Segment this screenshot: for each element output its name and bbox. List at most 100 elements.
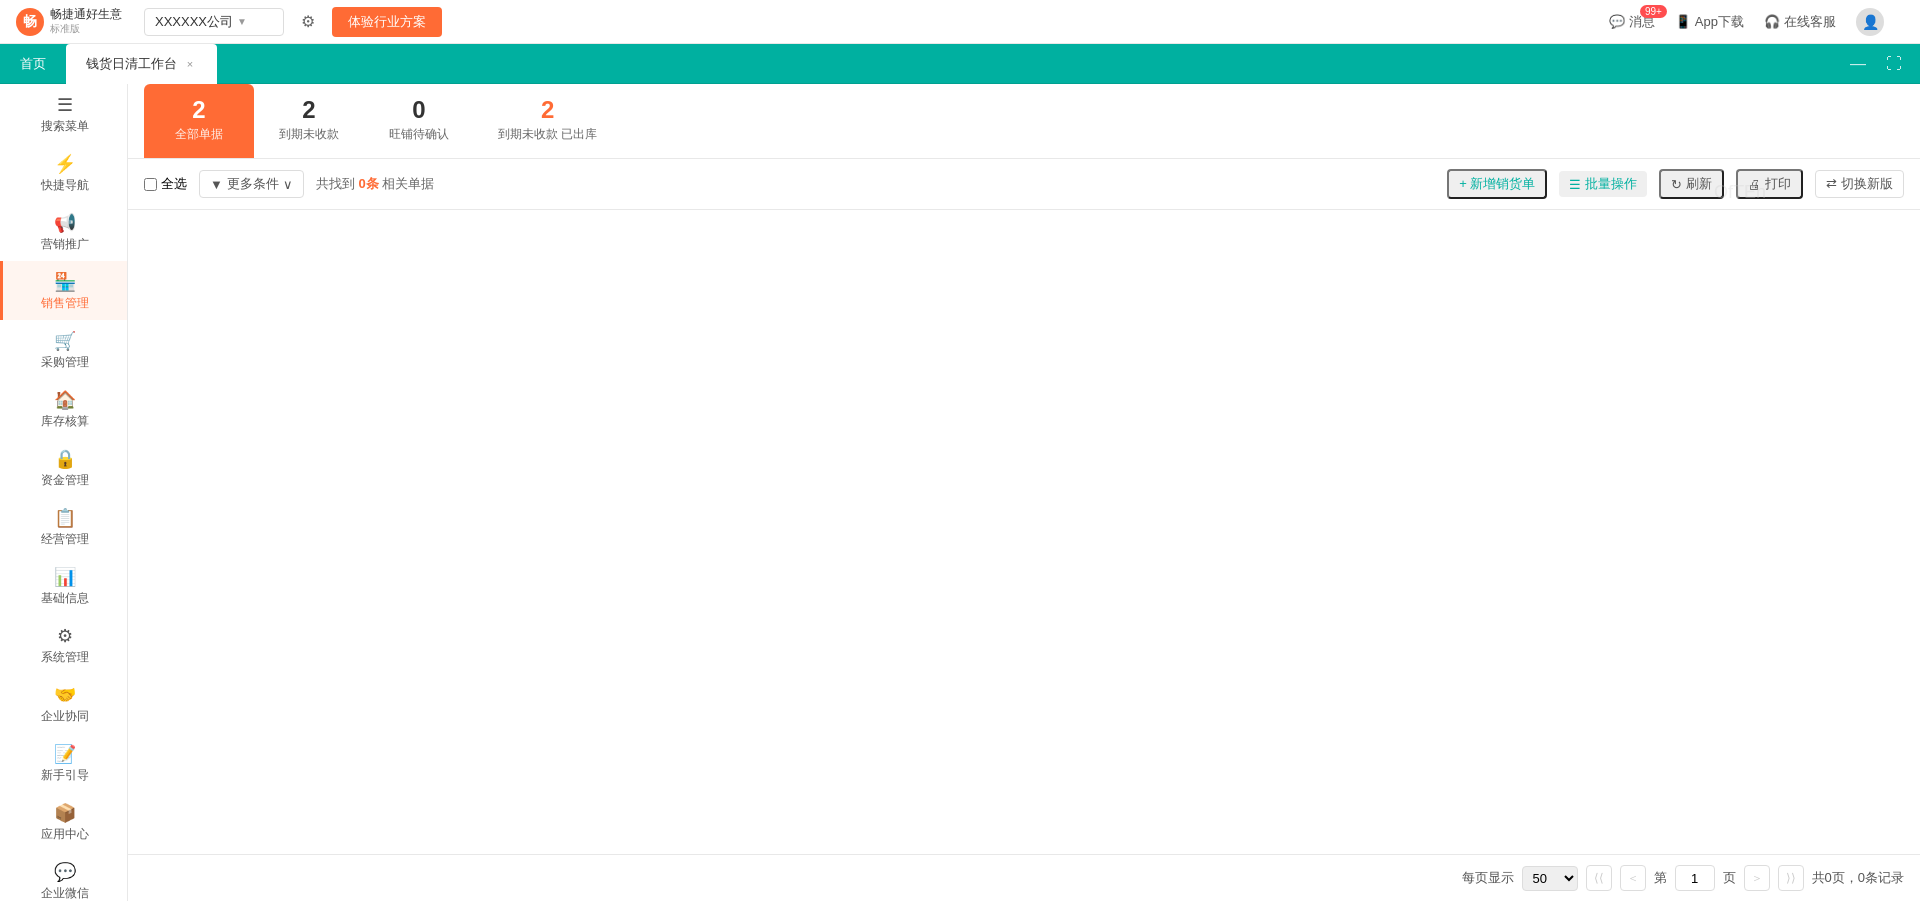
sidebar-item-inventory[interactable]: 🏠 库存核算: [0, 379, 127, 438]
message-badge: 99+: [1640, 5, 1667, 18]
sidebar-label-apps: 应用中心: [41, 826, 89, 843]
add-order-label: + 新增销货单: [1459, 175, 1535, 193]
sidebar-item-sales[interactable]: 🏪 销售管理: [0, 261, 127, 320]
tab-actions: — ⛶: [1844, 50, 1920, 78]
logo-icon: 畅: [16, 8, 44, 36]
sidebar-item-guide[interactable]: 📝 新手引导: [0, 733, 127, 792]
select-all-checkbox[interactable]: 全选: [144, 175, 187, 193]
message-icon: 💬: [1609, 14, 1625, 29]
stat-overdue-num: 2: [302, 96, 315, 124]
sidebar-label-quick-nav: 快捷导航: [41, 177, 89, 194]
toolbar: 全选 ▼ 更多条件 ∨ 共找到 0条 相关单据 + 新增销货单 ☰ 批量操作: [128, 159, 1920, 210]
online-service-icon: 🎧: [1764, 14, 1780, 29]
trial-button[interactable]: 体验行业方案: [332, 7, 442, 37]
found-text: 共找到 0条 相关单据: [316, 175, 434, 193]
tab-bar: 首页 钱货日清工作台 × — ⛶: [0, 44, 1920, 84]
refresh-label: 刷新: [1686, 175, 1712, 193]
stat-not-shipped-label: 到期未收款 已出库: [498, 126, 597, 143]
main-layout: ☰ 搜索菜单 ⚡ 快捷导航 📢 营销推广 🏪 销售管理 🛒 采购管理 🏠 库存核…: [0, 84, 1920, 901]
top-right-area: 💬 消息 99+ 📱 App下载 🎧 在线客服 👤: [1609, 8, 1904, 36]
sidebar-item-basic-info[interactable]: 📊 基础信息: [0, 556, 127, 615]
empty-area: [128, 210, 1920, 854]
sidebar-item-quick-nav[interactable]: ⚡ 快捷导航: [0, 143, 127, 202]
batch-operation-button[interactable]: ☰ 批量操作: [1559, 171, 1647, 197]
sidebar-item-search-menu[interactable]: ☰ 搜索菜单: [0, 84, 127, 143]
stat-wangpu-num: 0: [412, 96, 425, 124]
cooperation-icon: 🤝: [54, 686, 76, 704]
filter-label: 更多条件: [227, 175, 279, 193]
apps-icon: 📦: [54, 804, 76, 822]
tab-close-icon[interactable]: ×: [183, 57, 197, 71]
settings-button[interactable]: ⚙: [292, 6, 324, 38]
wechat-icon: 💬: [54, 863, 76, 881]
switch-label: 切换新版: [1841, 176, 1893, 191]
logo-line1: 畅捷通好生意: [50, 7, 122, 23]
logo-area: 畅 畅捷通好生意 标准版: [16, 7, 144, 37]
often-watermark: OfTEn: [1714, 182, 1766, 203]
filter-icon: ▼: [210, 177, 223, 192]
company-arrow-icon: ▼: [237, 16, 247, 27]
sidebar-item-operation[interactable]: 📋 经营管理: [0, 497, 127, 556]
sidebar-label-inventory: 库存核算: [41, 413, 89, 430]
sidebar-item-marketing[interactable]: 📢 营销推广: [0, 202, 127, 261]
stat-tab-all[interactable]: 2 全部单据: [144, 84, 254, 158]
filter-arrow-icon: ∨: [283, 177, 293, 192]
sidebar-item-cooperation[interactable]: 🤝 企业协同: [0, 674, 127, 733]
sales-icon: 🏪: [54, 273, 76, 291]
batch-label: 批量操作: [1585, 175, 1637, 193]
total-label: 共0页，0条记录: [1812, 869, 1904, 887]
page-last-button[interactable]: ⟩⟩: [1778, 865, 1804, 891]
sidebar-label-wechat: 企业微信: [41, 885, 89, 901]
app-download-label: App下载: [1695, 13, 1744, 31]
stat-all-num: 2: [192, 96, 205, 124]
tab-minimize-button[interactable]: —: [1844, 50, 1872, 78]
sidebar-item-finance[interactable]: 🔒 资金管理: [0, 438, 127, 497]
page-label: 第: [1654, 869, 1667, 887]
sidebar-item-wechat[interactable]: 💬 企业微信: [0, 851, 127, 901]
online-service-button[interactable]: 🎧 在线客服: [1764, 13, 1836, 31]
app-download-button[interactable]: 📱 App下载: [1675, 13, 1744, 31]
per-page-select[interactable]: 50 100 200: [1522, 866, 1578, 891]
sidebar-label-sales: 销售管理: [41, 295, 89, 312]
sidebar-label-search-menu: 搜索菜单: [41, 118, 89, 135]
select-all-label: 全选: [161, 175, 187, 193]
page-suffix: 页: [1723, 869, 1736, 887]
page-input[interactable]: [1675, 865, 1715, 891]
print-label: 打印: [1765, 175, 1791, 193]
marketing-icon: 📢: [54, 214, 76, 232]
sidebar-label-finance: 资金管理: [41, 472, 89, 489]
stat-tab-wangpu[interactable]: 0 旺铺待确认: [364, 84, 474, 158]
page-first-button[interactable]: ⟨⟨: [1586, 865, 1612, 891]
company-selector[interactable]: XXXXXX公司 ▼: [144, 8, 284, 36]
tab-home[interactable]: 首页: [0, 44, 66, 84]
tab-maximize-button[interactable]: ⛶: [1880, 50, 1908, 78]
stat-all-label: 全部单据: [175, 126, 223, 143]
basic-info-icon: 📊: [54, 568, 76, 586]
page-prev-button[interactable]: ＜: [1620, 865, 1646, 891]
guide-icon: 📝: [54, 745, 76, 763]
avatar[interactable]: 👤: [1856, 8, 1884, 36]
sidebar-item-system[interactable]: ⚙ 系统管理: [0, 615, 127, 674]
select-all-input[interactable]: [144, 178, 157, 191]
toolbar-right: + 新增销货单 ☰ 批量操作 ↻ 刷新 🖨 打印 ⇄ 切换新版: [1447, 169, 1904, 199]
message-button[interactable]: 💬 消息 99+: [1609, 13, 1655, 31]
page-next-button[interactable]: ＞: [1744, 865, 1770, 891]
top-bar: 畅 畅捷通好生意 标准版 XXXXXX公司 ▼ ⚙ 体验行业方案 💬 消息 99…: [0, 0, 1920, 44]
filter-button[interactable]: ▼ 更多条件 ∨: [199, 170, 304, 198]
stat-overdue-label: 到期未收款: [279, 126, 339, 143]
batch-icon: ☰: [1569, 177, 1581, 192]
search-menu-icon: ☰: [57, 96, 73, 114]
sidebar-item-apps[interactable]: 📦 应用中心: [0, 792, 127, 851]
sidebar-label-basic-info: 基础信息: [41, 590, 89, 607]
switch-version-button[interactable]: ⇄ 切换新版: [1815, 170, 1904, 198]
tab-home-label: 首页: [20, 55, 46, 73]
found-count: 0条: [359, 176, 379, 191]
stat-tab-overdue[interactable]: 2 到期未收款: [254, 84, 364, 158]
tab-cash-daily[interactable]: 钱货日清工作台 ×: [66, 44, 217, 84]
found-prefix: 共找到: [316, 176, 355, 191]
stat-tab-not-shipped[interactable]: 2 到期未收款 已出库: [474, 84, 621, 158]
sidebar-item-purchase[interactable]: 🛒 采购管理: [0, 320, 127, 379]
online-service-label: 在线客服: [1784, 13, 1836, 31]
purchase-icon: 🛒: [54, 332, 76, 350]
add-order-button[interactable]: + 新增销货单: [1447, 169, 1547, 199]
